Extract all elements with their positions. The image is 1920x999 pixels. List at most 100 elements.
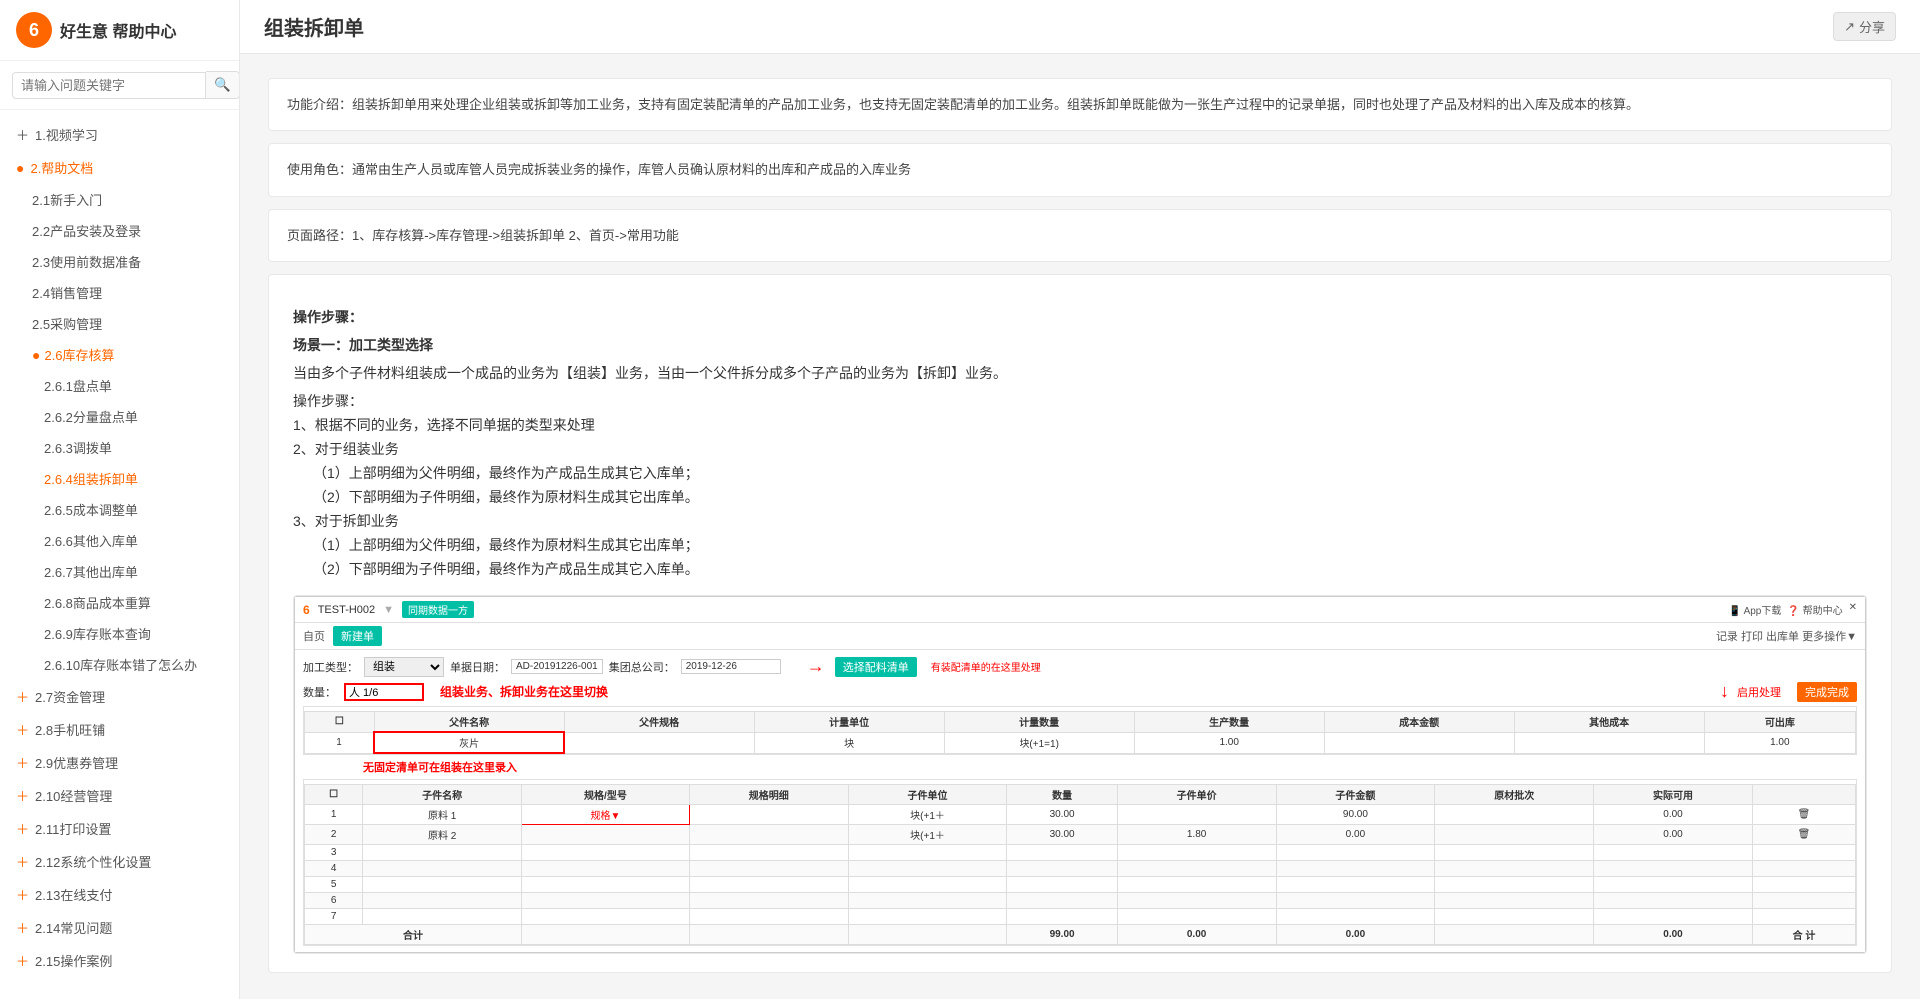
steps-heading: 操作步骤：	[293, 307, 1867, 327]
intro-text: 功能介绍：组装拆卸单用来处理企业组装或拆卸等加工业务，支持有固定装配清单的产品加…	[287, 93, 1873, 116]
mini-home-tab: 自页	[303, 628, 325, 644]
sidebar-item-sales[interactable]: 2.4销售管理	[0, 277, 239, 308]
mini-label-num: 集团总公司：	[609, 659, 675, 675]
mini-child-row3: 3	[305, 845, 1856, 861]
mini-child-row6: 6	[305, 893, 1856, 909]
mini-close-icon: ✕	[1849, 602, 1857, 617]
sidebar-item-video[interactable]: ＋ 1.视频学习	[0, 118, 239, 151]
sidebar-item-2-8[interactable]: ＋ 2.8手机旺铺	[0, 713, 239, 746]
step1: 1、根据不同的业务，选择不同单据的类型来处理	[293, 415, 1867, 435]
sidebar-item-install[interactable]: 2.2产品安装及登录	[0, 215, 239, 246]
sidebar-item-docs[interactable]: ● 2.帮助文档	[0, 151, 239, 184]
sidebar-item-2-6-2[interactable]: 2.6.2分量盘点单	[0, 401, 239, 432]
mini-child-row7: 7	[305, 909, 1856, 925]
sidebar-item-data[interactable]: 2.3使用前数据准备	[0, 246, 239, 277]
sidebar-item-2-6-7[interactable]: 2.6.7其他出库单	[0, 556, 239, 587]
mini-btn-config[interactable]: 选择配料清单	[835, 657, 917, 677]
mini-th-prod: 生产数量	[1134, 712, 1324, 733]
plus-icon-2-13: ＋	[16, 885, 29, 904]
sidebar-item-2-6-1[interactable]: 2.6.1盘点单	[0, 370, 239, 401]
mini-qty-input[interactable]	[344, 683, 424, 701]
plus-icon-2-11: ＋	[16, 819, 29, 838]
plus-icon: ＋	[16, 125, 29, 144]
nav-list: ＋ 1.视频学习 ● 2.帮助文档 2.1新手入门 2.2产品安装及登录 2.3…	[0, 110, 239, 999]
sidebar-item-2-6-5[interactable]: 2.6.5成本调整单	[0, 494, 239, 525]
sidebar-item-2-6-4[interactable]: 2.6.4组装拆卸单	[0, 463, 239, 494]
mini-ui: 6 TEST-H002 ▼ 同期数据一方 📱 App下载 ❓ 帮助中心 ✕	[294, 596, 1866, 953]
mini-titlebar: 6 TEST-H002 ▼ 同期数据一方 📱 App下载 ❓ 帮助中心 ✕	[295, 597, 1865, 623]
mini-table-child: ☐ 子件名称 规格/型号 规格明细 子件单位 数量 子件单价 子件金额 原材批次	[303, 779, 1857, 946]
minus-icon: ●	[16, 160, 24, 176]
mini-table-parent-table: ☐ 父件名称 父件规格 计量单位 计量数量 生产数量 成本金额 其他成本 可出库	[304, 711, 1856, 754]
plus-icon-2-7: ＋	[16, 687, 29, 706]
plus-icon-2-10: ＋	[16, 786, 29, 805]
mini-th-unit: 计量单位	[754, 712, 944, 733]
sidebar-item-2-13[interactable]: ＋ 2.13在线支付	[0, 878, 239, 911]
sidebar-item-2-6-10[interactable]: 2.6.10库存账本错了怎么办	[0, 649, 239, 680]
sidebar-item-new[interactable]: 2.1新手入门	[0, 184, 239, 215]
intro-section: 功能介绍：组装拆卸单用来处理企业组装或拆卸等加工业务，支持有固定装配清单的产品加…	[268, 78, 1892, 131]
sidebar-item-video-label: 1.视频学习	[35, 125, 98, 144]
mini-confirm-btn[interactable]: 完成完成	[1797, 682, 1857, 702]
sidebar-item-inventory[interactable]: ● 2.6库存核算	[0, 339, 239, 370]
app-title: 好生意 帮助中心	[60, 18, 176, 42]
mini-date-val: AD-20191226-001	[511, 659, 603, 674]
mini-arrow1: →	[807, 656, 825, 677]
step2-1: （1）上部明细为父件明细，最终作为产成品生成其它入库单；	[313, 463, 1867, 483]
mini-child-row5: 5	[305, 877, 1856, 893]
role-section: 使用角色：通常由生产人员或库管人员完成拆装业务的操作，库管人员确认原材料的出库和…	[268, 143, 1892, 196]
mini-th-name: 父件名称	[374, 712, 564, 733]
mini-annotation2-text: 组装业务、拆卸业务在这里切换	[440, 683, 608, 700]
sidebar-item-2-11[interactable]: ＋ 2.11打印设置	[0, 812, 239, 845]
sidebar-item-2-6-3[interactable]: 2.6.3调拨单	[0, 432, 239, 463]
mini-nav: 自页 新建单 记录 打印 出库单 更多操作▼	[295, 623, 1865, 650]
mini-child-row1: 1 原料 1 规格▼ 块(+1＋ 30.00 90.00	[305, 805, 1856, 825]
role-text: 使用角色：通常由生产人员或库管人员完成拆装业务的操作，库管人员确认原材料的出库和…	[287, 158, 1873, 181]
sidebar-item-docs-label: 2.帮助文档	[30, 158, 93, 177]
sidebar-item-2-6-8[interactable]: 2.6.8商品成本重算	[0, 587, 239, 618]
step2: 2、对于组装业务	[293, 439, 1867, 459]
sidebar-header: 6 好生意 帮助中心	[0, 0, 239, 61]
main-header: 组装拆卸单 ↗ 分享	[240, 0, 1920, 54]
step3: 3、对于拆卸业务	[293, 511, 1867, 531]
sidebar-item-2-14[interactable]: ＋ 2.14常见问题	[0, 911, 239, 944]
mini-company: TEST-H002	[318, 604, 375, 616]
sidebar-item-2-6-6[interactable]: 2.6.6其他入库单	[0, 525, 239, 556]
app-logo: 6	[16, 12, 52, 48]
sidebar-item-2-9[interactable]: ＋ 2.9优惠券管理	[0, 746, 239, 779]
sidebar-item-purchase[interactable]: 2.5采购管理	[0, 308, 239, 339]
mini-td-name: 灰片	[374, 732, 564, 753]
page-title: 组装拆卸单	[264, 12, 364, 41]
sidebar-item-2-10[interactable]: ＋ 2.10经营管理	[0, 779, 239, 812]
mini-type-select[interactable]: 组装 拆卸	[364, 657, 444, 677]
mini-app-icon: 📱 App下载	[1729, 602, 1781, 617]
scene1-desc: 当由多个子件材料组装成一个成品的业务为【组装】业务，当由一个父件拆分成多个子产品…	[293, 363, 1867, 383]
mini-arrow-qiyong: ↓	[1720, 681, 1729, 702]
mini-table-child-table: ☐ 子件名称 规格/型号 规格明细 子件单位 数量 子件单价 子件金额 原材批次	[304, 784, 1856, 945]
search-input[interactable]	[12, 72, 206, 99]
mini-form: 加工类型： 组装 拆卸 单据日期： AD-20191226-001 集团总公司：…	[295, 650, 1865, 952]
mini-logo: 6	[303, 603, 310, 617]
step2-2: （2）下部明细为子件明细，最终作为原材料生成其它出库单。	[313, 487, 1867, 507]
share-label: 分享	[1859, 17, 1885, 36]
steps-wrapper: 操作步骤： 场景一：加工类型选择 当由多个子件材料组装成一个成品的业务为【组装】…	[268, 274, 1892, 973]
mini-num-val: 2019-12-26	[681, 659, 781, 674]
sidebar-item-2-15[interactable]: ＋ 2.15操作案例	[0, 944, 239, 977]
share-button[interactable]: ↗ 分享	[1833, 12, 1896, 41]
mini-label-type: 加工类型：	[303, 659, 358, 675]
sidebar-item-2-6-9[interactable]: 2.6.9库存账本查询	[0, 618, 239, 649]
mini-table-parent: ☐ 父件名称 父件规格 计量单位 计量数量 生产数量 成本金额 其他成本 可出库	[303, 706, 1857, 755]
dot-icon: ●	[32, 347, 40, 363]
share-icon: ↗	[1844, 19, 1855, 35]
sidebar-item-2-7[interactable]: ＋ 2.7资金管理	[0, 680, 239, 713]
plus-icon-2-12: ＋	[16, 852, 29, 871]
mini-form-row1: 加工类型： 组装 拆卸 单据日期： AD-20191226-001 集团总公司：…	[303, 656, 1857, 677]
mini-sync-btn: 同期数据一方	[402, 601, 474, 618]
search-button[interactable]: 🔍	[206, 71, 240, 99]
search-box: 🔍	[0, 61, 239, 110]
mini-toolbar-right: 📱 App下载 ❓ 帮助中心 ✕	[1729, 602, 1857, 617]
mini-th-other: 其他成本	[1514, 712, 1704, 733]
mini-child-row2: 2 原料 2 块(+1＋ 30.00 1.80 0.00	[305, 825, 1856, 845]
sidebar-item-2-12[interactable]: ＋ 2.12系统个性化设置	[0, 845, 239, 878]
step3-1: （1）上部明细为父件明细，最终作为原材料生成其它出库单；	[313, 535, 1867, 555]
